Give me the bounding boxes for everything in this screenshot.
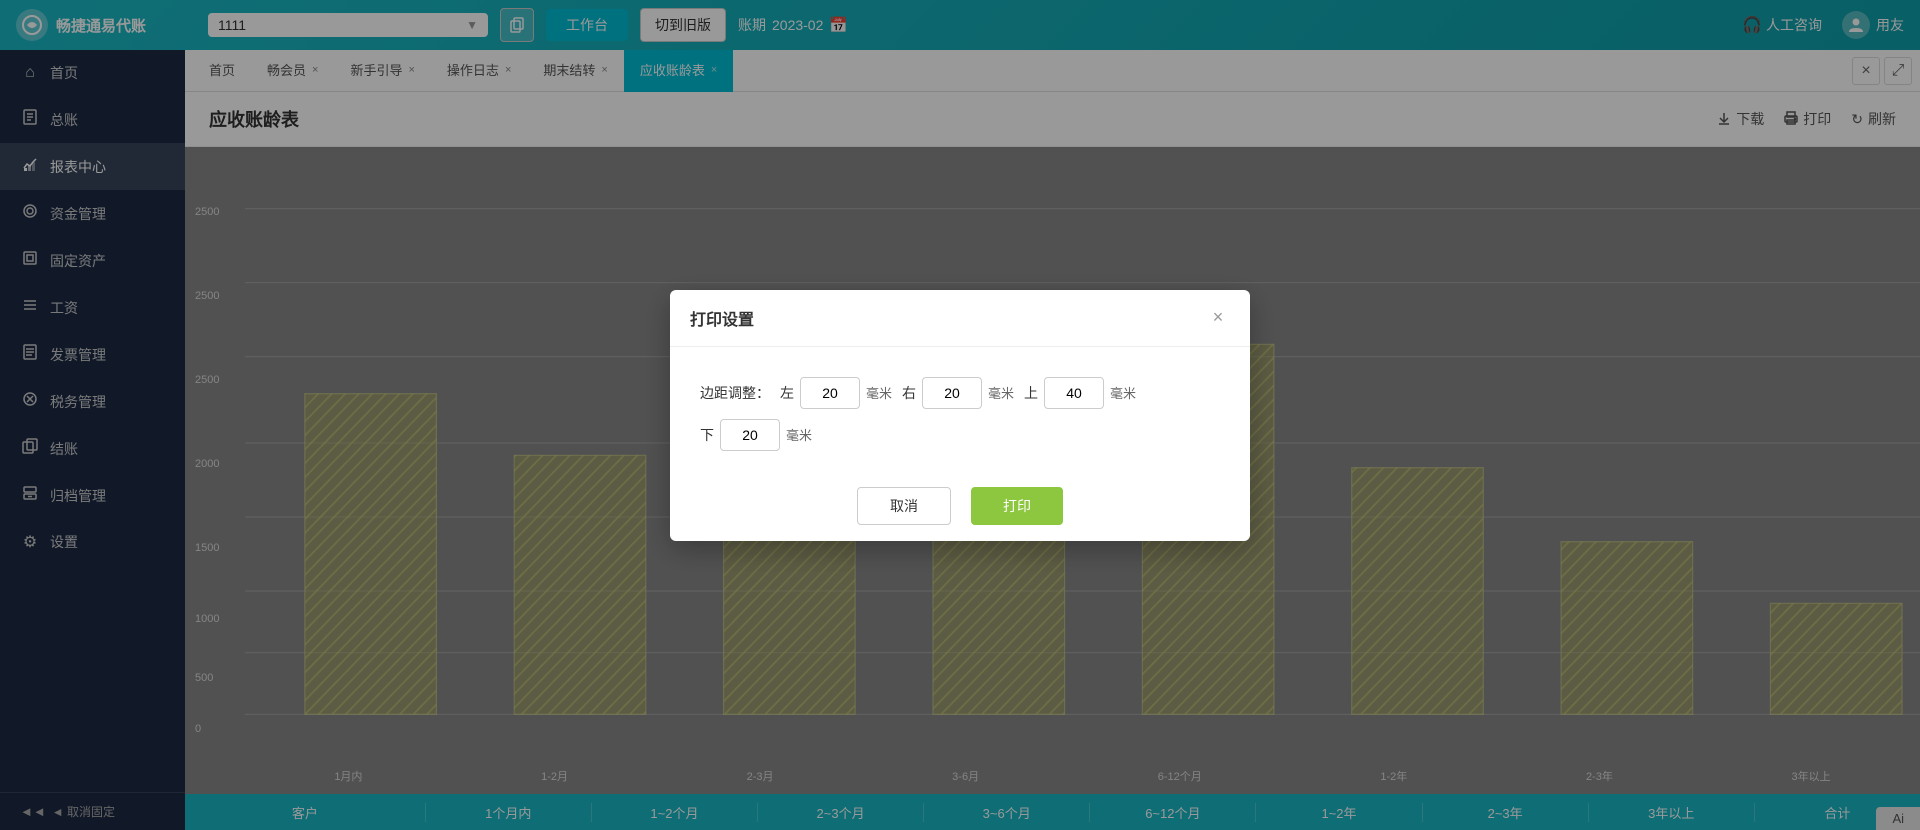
dialog-header: 打印设置 × <box>670 290 1250 347</box>
dialog-title: 打印设置 <box>690 306 754 330</box>
top-margin-input[interactable] <box>1044 377 1104 409</box>
margin-top-group: 上 毫米 <box>1024 377 1136 409</box>
top-unit-label: 毫米 <box>1110 383 1136 402</box>
margin-label: 边距调整： <box>700 383 770 403</box>
right-direction-label: 右 <box>902 383 916 403</box>
bottom-unit-label: 毫米 <box>786 425 812 444</box>
left-unit-label: 毫米 <box>866 383 892 402</box>
bottom-margin-input[interactable] <box>720 419 780 451</box>
modal-overlay: 打印设置 × 边距调整： 左 毫米 右 毫米 上 毫米 <box>0 0 1920 830</box>
left-direction-label: 左 <box>780 383 794 403</box>
dialog-footer: 取消 打印 <box>670 471 1250 541</box>
dialog-body: 边距调整： 左 毫米 右 毫米 上 毫米 下 <box>670 347 1250 471</box>
print-settings-dialog: 打印设置 × 边距调整： 左 毫米 右 毫米 上 毫米 <box>670 290 1250 541</box>
bottom-direction-label: 下 <box>700 425 714 445</box>
right-margin-input[interactable] <box>922 377 982 409</box>
margin-left-group: 左 毫米 <box>780 377 892 409</box>
margin-right-group: 右 毫米 <box>902 377 1014 409</box>
margin-bottom-group: 下 毫米 <box>700 419 812 451</box>
top-direction-label: 上 <box>1024 383 1038 403</box>
right-unit-label: 毫米 <box>988 383 1014 402</box>
left-margin-input[interactable] <box>800 377 860 409</box>
dialog-close-button[interactable]: × <box>1206 306 1230 330</box>
cancel-button[interactable]: 取消 <box>857 487 951 525</box>
margin-row: 边距调整： 左 毫米 右 毫米 上 毫米 下 <box>700 377 1220 451</box>
confirm-print-button[interactable]: 打印 <box>971 487 1063 525</box>
